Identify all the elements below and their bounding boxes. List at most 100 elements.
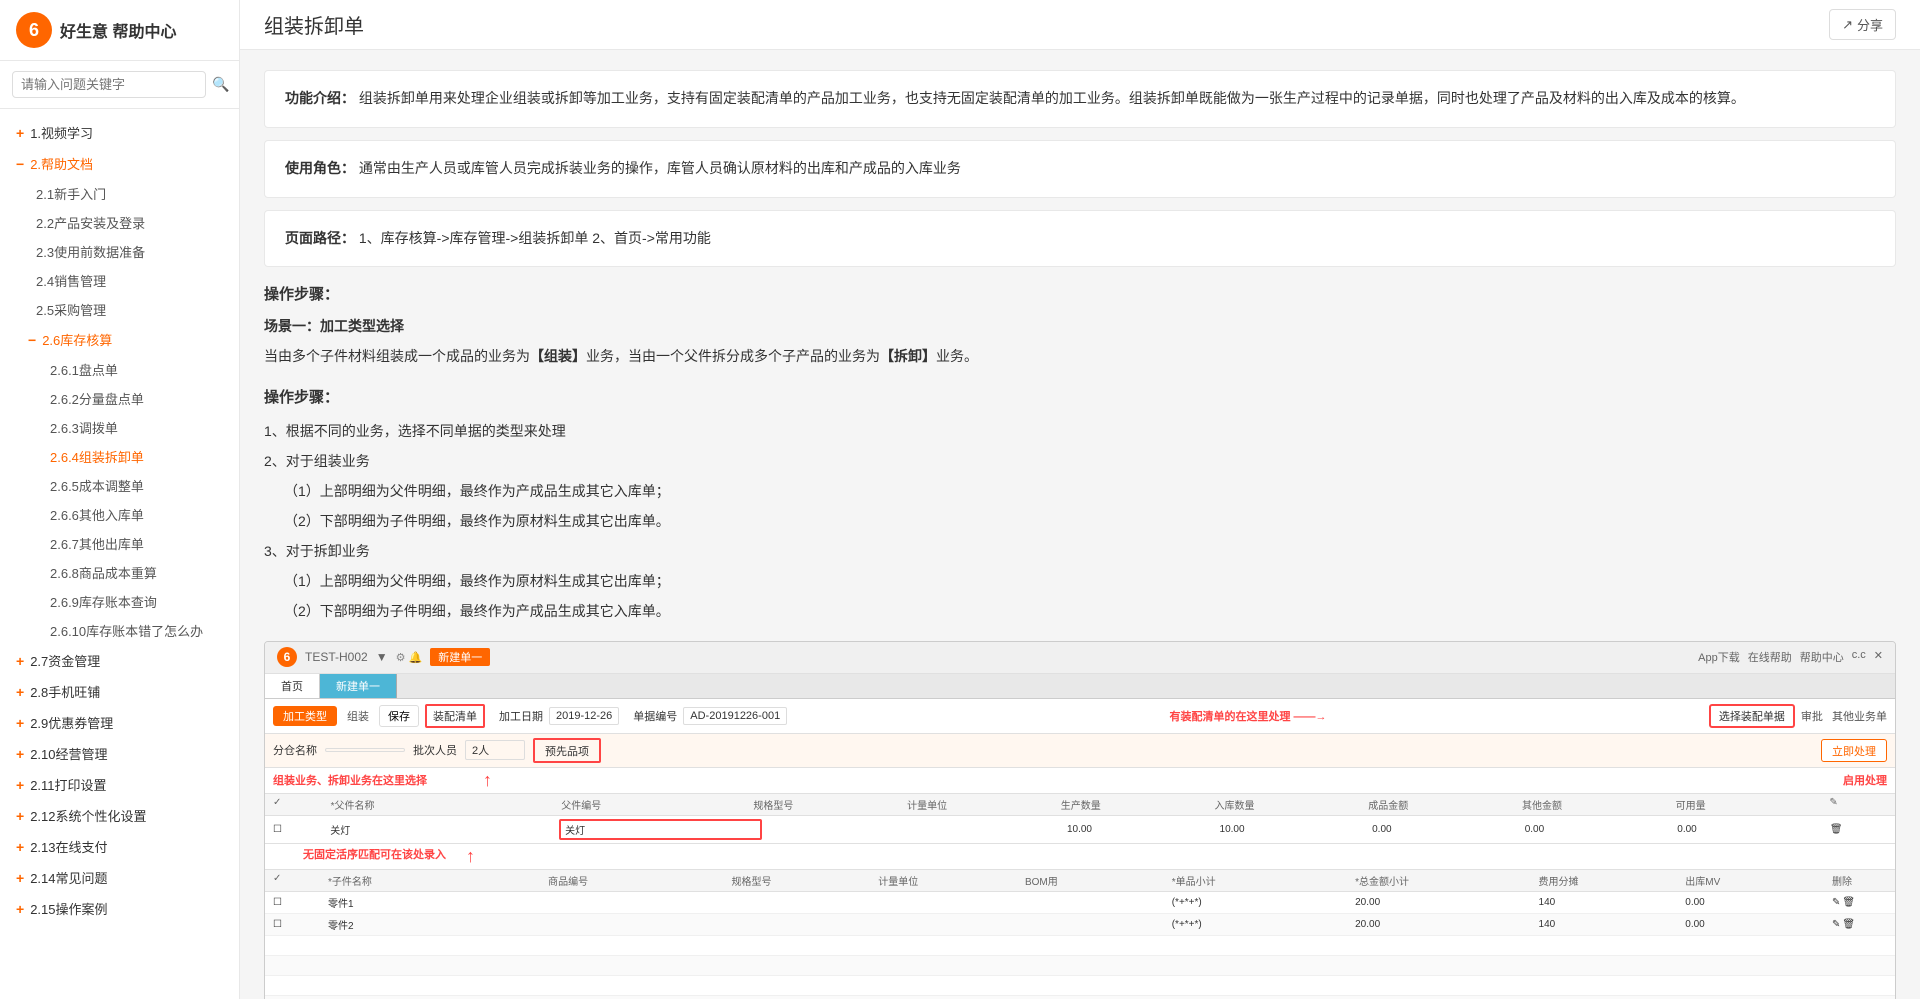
nav-section-2-7[interactable]: + 2.7资金管理 [0,645,239,676]
nav-section-2-8[interactable]: + 2.8手机旺铺 [0,676,239,707]
mock-row1-parent-name: 关灯 [330,822,559,837]
mock-nav-tabs: 首页 新建单一 [265,674,1895,699]
mock-lower-col-out: 出库MV [1685,873,1832,888]
mock-col-in-qty: 入库数量 [1215,797,1369,812]
mock-tab-new[interactable]: 新建单一 [320,674,397,698]
mock-col-spec: 规格型号 [753,797,907,812]
nav-section-2-14-label: 2.14常见问题 [30,868,107,887]
nav-section-2-10[interactable]: + 2.10经营管理 [0,738,239,769]
nav-item-2-6-4[interactable]: 2.6.4组装拆卸单 [0,442,239,471]
mock-row1-in-qty: 10.00 [1220,824,1373,835]
mock-lower-r2-del[interactable]: 🗑 [1842,919,1855,930]
nav-item-2-6-1[interactable]: 2.6.1盘点单 [0,355,239,384]
nav-section-2-12[interactable]: + 2.12系统个性化设置 [0,800,239,831]
step-2: 2、对于组装业务 [264,447,1896,475]
mock-lower-row-3 [265,936,1895,956]
mock-app-id: TEST-H002 [305,650,368,664]
mock-row1-del[interactable]: 🗑 [1830,824,1887,835]
share-label: 分享 [1857,15,1883,34]
mock-titlebar: 6 TEST-H002 ▼ ⚙ 🔔 新建单一 App下载 在线帮助 帮助中心 c… [265,642,1895,674]
nav-section-2-11[interactable]: + 2.11打印设置 [0,769,239,800]
search-button[interactable]: 🔍 [212,76,229,93]
mock-tab-home[interactable]: 首页 [265,674,320,698]
mock-lower-col-single: *单品小计 [1172,873,1355,888]
nav-section-2-15[interactable]: + 2.15操作案例 [0,893,239,924]
mock-logo: 6 [277,647,297,667]
mock-company-value[interactable] [325,748,405,752]
nav-item-2-6-3[interactable]: 2.6.3调拨单 [0,413,239,442]
nav-section-docs[interactable]: − 2.帮助文档 [0,148,239,179]
mock-assembly-select[interactable]: 装配清单 [425,704,485,728]
mock-row1-prod-amt: 0.00 [1372,824,1525,835]
mock-col-avail: 可用量 [1676,797,1830,812]
share-button[interactable]: ↗ 分享 [1829,9,1896,40]
mock-upper-table-header: ✓ *父件名称 父件编号 规格型号 计量单位 生产数量 入库数量 成品金额 其他… [265,793,1895,816]
mock-col-other-amt: 其他金额 [1522,797,1676,812]
mock-lower-col-child-name: *子件名称 [328,873,548,888]
nav-item-2-6-7[interactable]: 2.6.7其他出库单 [0,529,239,558]
mock-col-edit: ✎ [1829,797,1887,812]
nav-section-docs-label: 2.帮助文档 [30,154,93,173]
nav-section-video-label: 1.视频学习 [30,123,93,142]
mock-row1-other-amt: 0.00 [1525,824,1678,835]
mock-lower-r1-total: 20.00 [1355,897,1538,908]
mock-lower-r1-check[interactable]: ☐ [273,897,328,908]
nav-section-2-9[interactable]: + 2.9优惠券管理 [0,707,239,738]
nav-item-2-6-6[interactable]: 2.6.6其他入库单 [0,500,239,529]
mock-lower-r2-check[interactable]: ☐ [273,919,328,930]
nav-item-2-5[interactable]: 2.5采购管理 [0,295,239,324]
mock-confirm-btn[interactable]: 立即处理 [1821,739,1887,762]
sidebar: 6 好生意 帮助中心 🔍 + 1.视频学习 − 2.帮助文档 2.1新手入门 2… [0,0,240,999]
mock-new-btn[interactable]: 新建单一 [430,648,490,666]
mock-order-value[interactable]: AD-20191226-001 [683,707,787,725]
nav-section-2-6[interactable]: − 2.6库存核算 [0,324,239,355]
mock-lower-r2-edit[interactable]: ✎ [1832,919,1840,930]
nav-item-2-3[interactable]: 2.3使用前数据准备 [0,237,239,266]
nav-section-2-14[interactable]: + 2.14常见问题 [0,862,239,893]
nav-item-2-6-9[interactable]: 2.6.9库存账本查询 [0,587,239,616]
mock-lower-row-5 [265,976,1895,996]
main-content: 功能介绍： 组装拆卸单用来处理企业组装或拆卸等加工业务，支持有固定装配清单的产品… [240,50,1920,999]
mock-lower-row-2: ☐ 零件2 (*+*+*) 20.00 140 0.00 ✎ 🗑 [265,914,1895,936]
bold-disassembly: 【拆卸】 [880,348,936,364]
mock-annotation-1: 有装配清单的在这里处理 ——→ [793,708,1703,724]
mock-qty-value[interactable]: 2人 [465,740,525,760]
mock-date-value[interactable]: 2019-12-26 [549,707,619,725]
mock-lower-r1-cost: 140 [1539,897,1686,908]
share-icon: ↗ [1842,17,1853,33]
mock-lower-r2-out: 0.00 [1685,919,1832,930]
nav-item-2-4[interactable]: 2.4销售管理 [0,266,239,295]
mock-lower-r1-del[interactable]: 🗑 [1842,897,1855,908]
role-text: 通常由生产人员或库管人员完成拆装业务的操作，库管人员确认原材料的出库和产成品的入… [359,160,961,176]
step-3-1: （1）上部明细为父件明细，最终作为原材料生成其它出库单； [264,567,1896,595]
mock-lower-col-check: ✓ [273,873,328,888]
mock-row1-check[interactable]: ☐ [273,824,330,835]
nav-item-2-1[interactable]: 2.1新手入门 [0,179,239,208]
nav-item-2-6-8[interactable]: 2.6.8商品成本重算 [0,558,239,587]
mock-lower-r1-edit[interactable]: ✎ [1832,897,1840,908]
nav-section-2-15-label: 2.15操作案例 [30,899,107,918]
app-title: 好生意 帮助中心 [60,18,176,42]
nav-item-2-6-2[interactable]: 2.6.2分量盘点单 [0,384,239,413]
nav-item-2-6-5[interactable]: 2.6.5成本调整单 [0,471,239,500]
mock-col-prod-qty: 生产数量 [1061,797,1215,812]
mock-icons: ⚙ 🔔 [396,651,423,664]
mock-btn-save[interactable]: 保存 [379,705,419,727]
search-input[interactable] [12,71,206,98]
mock-col-product-amt: 成品金额 [1368,797,1522,812]
nav-item-2-6-10[interactable]: 2.6.10库存账本错了怎么办 [0,616,239,645]
nav-item-2-2[interactable]: 2.2产品安装及登录 [0,208,239,237]
mock-header-right: App下载 在线帮助 帮助中心 c.c ✕ [1698,649,1883,665]
nav-section-2-13[interactable]: + 2.13在线支付 [0,831,239,862]
mock-user: 帮助中心 [1800,649,1844,665]
search-box: 🔍 [0,61,239,109]
mock-close-icon[interactable]: ✕ [1874,649,1883,665]
mock-company-label: 分仓名称 [273,742,317,758]
mock-row1-code-highlight[interactable]: 关灯 [559,819,762,840]
mock-ui: 6 TEST-H002 ▼ ⚙ 🔔 新建单一 App下载 在线帮助 帮助中心 c… [265,642,1895,999]
mock-app-store: App下载 [1698,649,1740,665]
mock-select-assembly-btn[interactable]: 选择装配单据 [1709,704,1795,728]
nav-section-video[interactable]: + 1.视频学习 [0,117,239,148]
plus-icon-2-11: + [16,777,24,793]
mock-btn-process[interactable]: 加工类型 [273,706,337,726]
